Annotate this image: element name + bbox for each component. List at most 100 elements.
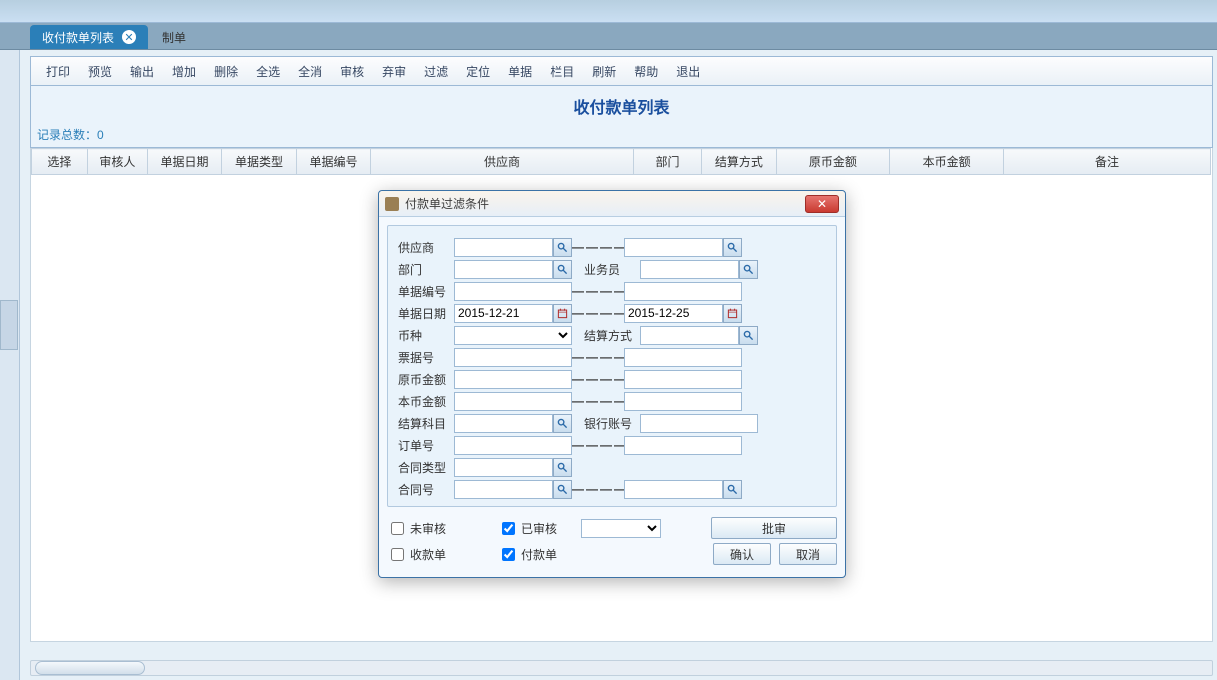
docno-to-input[interactable] [624, 282, 742, 301]
tb-doc[interactable]: 单据 [501, 60, 539, 83]
tb-filter[interactable]: 过滤 [417, 60, 455, 83]
label-supplier: 供应商 [398, 239, 454, 256]
settleacct-input[interactable] [454, 414, 553, 433]
dialog-title: 付款单过滤条件 [405, 195, 805, 212]
currency-select[interactable] [454, 326, 572, 345]
label-currency: 币种 [398, 327, 454, 344]
origamt-from-input[interactable] [454, 370, 572, 389]
tb-export[interactable]: 输出 [123, 60, 161, 83]
supplier-from-input[interactable] [454, 238, 553, 257]
chk-audited[interactable]: 已审核 [498, 519, 557, 538]
lookup-icon[interactable] [553, 260, 572, 279]
tb-audit[interactable]: 审核 [333, 60, 371, 83]
col-localamt[interactable]: 本币金额 [890, 149, 1004, 175]
tb-columns[interactable]: 栏目 [543, 60, 581, 83]
docdate-from-input[interactable] [454, 304, 553, 323]
lookup-icon[interactable] [553, 458, 572, 477]
record-count-value: 0 [97, 128, 104, 142]
col-settlemode[interactable]: 结算方式 [702, 149, 776, 175]
scrollbar-thumb[interactable] [35, 661, 145, 675]
ticketno-to-input[interactable] [624, 348, 742, 367]
tb-add[interactable]: 增加 [165, 60, 203, 83]
tb-exit[interactable]: 退出 [669, 60, 707, 83]
range-dash: ———— [572, 306, 624, 320]
dept-input[interactable] [454, 260, 553, 279]
calendar-icon[interactable] [723, 304, 742, 323]
lookup-icon[interactable] [553, 414, 572, 433]
localamt-from-input[interactable] [454, 392, 572, 411]
label-orderno: 订单号 [398, 437, 454, 454]
origamt-to-input[interactable] [624, 370, 742, 389]
tb-delete[interactable]: 删除 [207, 60, 245, 83]
tb-unaudit[interactable]: 弃审 [375, 60, 413, 83]
chk-unaudited-box[interactable] [391, 522, 404, 535]
tab-payment-list[interactable]: 收付款单列表 ✕ [30, 25, 148, 49]
label-docno: 单据编号 [398, 283, 454, 300]
lookup-icon[interactable] [723, 238, 742, 257]
dialog-titlebar[interactable]: 付款单过滤条件 ✕ [379, 191, 845, 217]
col-origamt[interactable]: 原币金额 [776, 149, 890, 175]
lookup-icon[interactable] [553, 480, 572, 499]
ok-button[interactable]: 确认 [713, 543, 771, 565]
bankacct-input[interactable] [640, 414, 758, 433]
toolbar: 打印 预览 输出 增加 删除 全选 全消 审核 弃审 过滤 定位 单据 栏目 刷… [30, 56, 1213, 86]
lookup-icon[interactable] [723, 480, 742, 499]
chk-receipt-box[interactable] [391, 548, 404, 561]
label-dept: 部门 [398, 261, 454, 278]
chk-audited-box[interactable] [502, 522, 515, 535]
docdate-to-input[interactable] [624, 304, 723, 323]
vertical-tab-stub[interactable] [0, 300, 18, 350]
tb-selnone[interactable]: 全消 [291, 60, 329, 83]
col-docdate[interactable]: 单据日期 [147, 149, 221, 175]
col-docno[interactable]: 单据编号 [296, 149, 370, 175]
chk-receipt[interactable]: 收款单 [387, 545, 446, 564]
tab-make-doc[interactable]: 制单 [150, 25, 198, 49]
orderno-from-input[interactable] [454, 436, 572, 455]
col-doctype[interactable]: 单据类型 [222, 149, 296, 175]
col-supplier[interactable]: 供应商 [371, 149, 634, 175]
tb-print[interactable]: 打印 [39, 60, 77, 83]
col-dept[interactable]: 部门 [633, 149, 701, 175]
close-icon[interactable]: ✕ [122, 30, 136, 44]
settlemode-input[interactable] [640, 326, 739, 345]
chk-payment-box[interactable] [502, 548, 515, 561]
audited-select[interactable] [581, 519, 661, 538]
tab-label: 制单 [162, 29, 186, 46]
record-count-label: 记录总数： [37, 128, 97, 142]
chk-unaudited[interactable]: 未审核 [387, 519, 446, 538]
dialog-close-button[interactable]: ✕ [805, 195, 839, 213]
tb-refresh[interactable]: 刷新 [585, 60, 623, 83]
ticketno-from-input[interactable] [454, 348, 572, 367]
docno-from-input[interactable] [454, 282, 572, 301]
calendar-icon[interactable] [553, 304, 572, 323]
tb-selall[interactable]: 全选 [249, 60, 287, 83]
lookup-icon[interactable] [553, 238, 572, 257]
supplier-to-input[interactable] [624, 238, 723, 257]
grid-header-row: 选择 审核人 单据日期 单据类型 单据编号 供应商 部门 结算方式 原币金额 本… [32, 149, 1211, 175]
col-auditor[interactable]: 审核人 [87, 149, 147, 175]
chk-payment[interactable]: 付款单 [498, 545, 557, 564]
col-remark[interactable]: 备注 [1004, 149, 1211, 175]
tb-locate[interactable]: 定位 [459, 60, 497, 83]
contractno-from-input[interactable] [454, 480, 553, 499]
record-count: 记录总数：0 [30, 122, 1213, 148]
orderno-to-input[interactable] [624, 436, 742, 455]
label-settlemode: 结算方式 [584, 327, 640, 344]
contractno-to-input[interactable] [624, 480, 723, 499]
lookup-icon[interactable] [739, 326, 758, 345]
cancel-button[interactable]: 取消 [779, 543, 837, 565]
contracttype-input[interactable] [454, 458, 553, 477]
chk-payment-label: 付款单 [521, 546, 557, 563]
lookup-icon[interactable] [739, 260, 758, 279]
tb-preview[interactable]: 预览 [81, 60, 119, 83]
batch-audit-button[interactable]: 批审 [711, 517, 837, 539]
col-select[interactable]: 选择 [32, 149, 88, 175]
label-origamt: 原币金额 [398, 371, 454, 388]
label-bankacct: 银行账号 [584, 415, 640, 432]
horizontal-scrollbar[interactable] [30, 660, 1213, 676]
tb-help[interactable]: 帮助 [627, 60, 665, 83]
dialog-footer: 未审核 已审核 收款单 付款单 批审 确认 取消 [387, 515, 837, 567]
range-dash: ———— [572, 350, 624, 364]
salesman-input[interactable] [640, 260, 739, 279]
localamt-to-input[interactable] [624, 392, 742, 411]
